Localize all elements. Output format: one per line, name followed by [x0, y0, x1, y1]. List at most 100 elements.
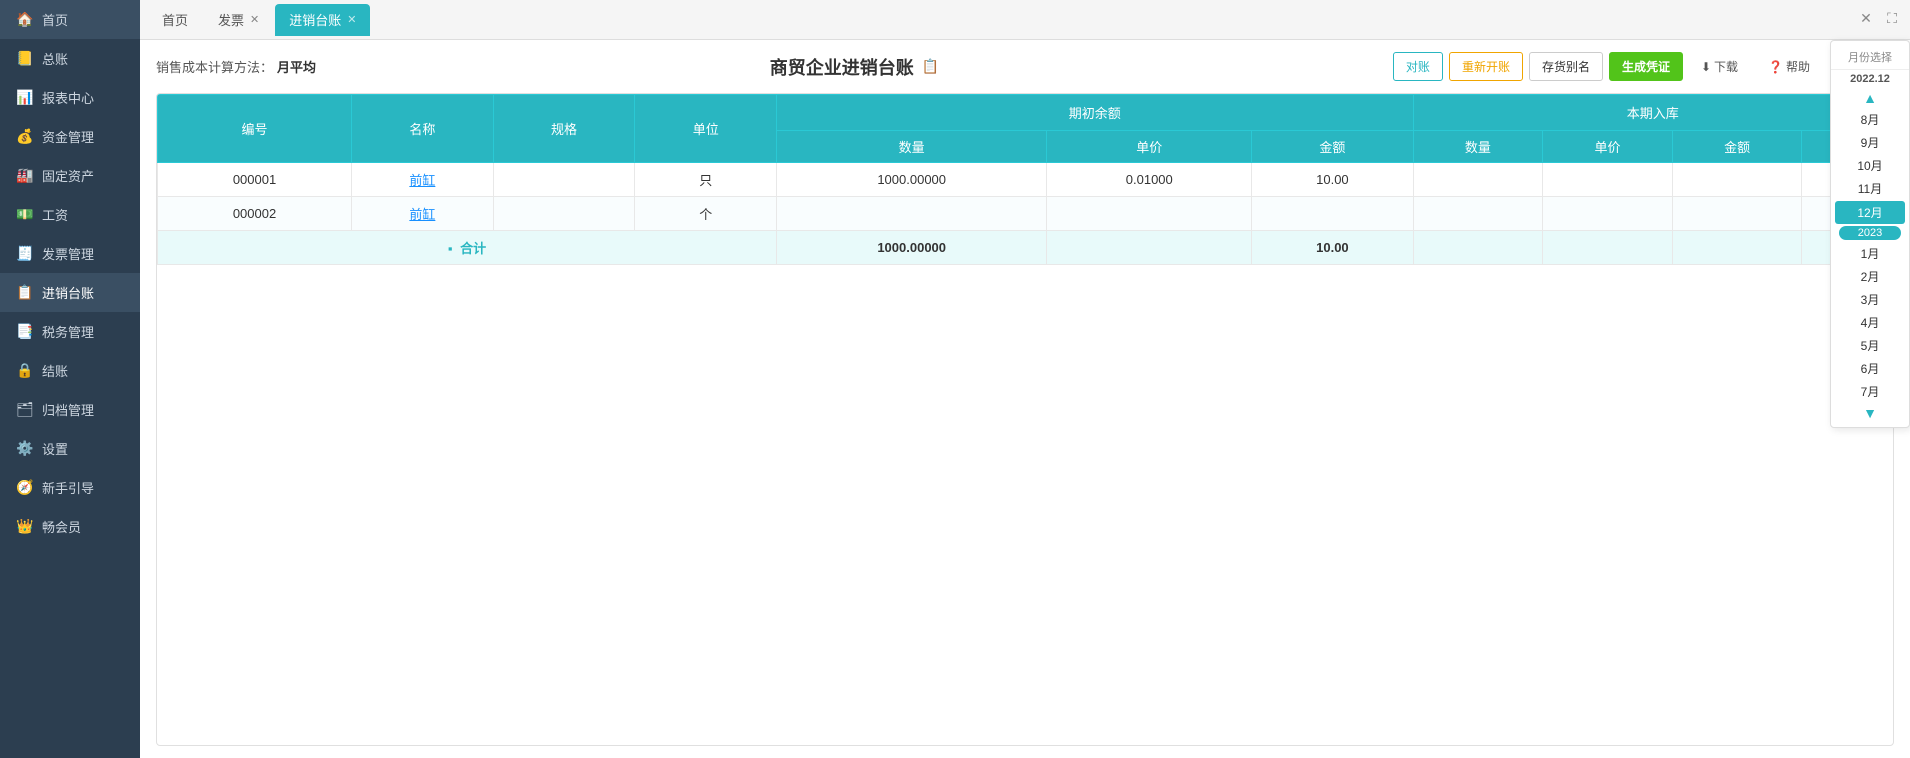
cell-code: 000002	[158, 197, 352, 231]
sidebar-item-salary[interactable]: 💵 工资	[0, 195, 140, 234]
sidebar-item-archive[interactable]: 🗂 归档管理	[0, 390, 140, 429]
th-code: 编号	[158, 95, 352, 163]
tax-icon: 📑	[16, 323, 34, 341]
sidebar-item-settings[interactable]: ⚙️ 设置	[0, 429, 140, 468]
title-edit-icon[interactable]: 📋	[922, 58, 939, 75]
tab-invoice-label: 发票	[218, 10, 244, 29]
save-alias-button[interactable]: 存货别名	[1529, 52, 1603, 81]
sidebar-item-ledger[interactable]: 📒 总账	[0, 39, 140, 78]
sidebar-item-fixed-assets[interactable]: 🏭 固定资产	[0, 156, 140, 195]
month-10[interactable]: 10月	[1831, 154, 1909, 177]
cell-qichu-qty: 1000.00000	[777, 163, 1047, 197]
month-12[interactable]: 12月	[1835, 201, 1905, 224]
sidebar-item-label: 工资	[42, 205, 68, 224]
total-qichu-qty: 1000.00000	[777, 231, 1047, 265]
sidebar-item-guide[interactable]: 🧭 新手引导	[0, 468, 140, 507]
tab-invoice[interactable]: 发票 ✕	[204, 4, 273, 36]
sidebar-item-close[interactable]: 🔒 结账	[0, 351, 140, 390]
sidebar-item-funds[interactable]: 💰 资金管理	[0, 117, 140, 156]
th-qichu-price: 单价	[1047, 131, 1252, 163]
cell-qichu-price	[1047, 197, 1252, 231]
sidebar-item-label: 固定资产	[42, 166, 94, 185]
cost-method-value: 月平均	[277, 57, 316, 76]
th-qichu-amount: 金额	[1252, 131, 1413, 163]
generate-voucher-button[interactable]: 生成凭证	[1609, 52, 1683, 81]
cell-code: 000001	[158, 163, 352, 197]
tab-invoice-close[interactable]: ✕	[250, 13, 259, 26]
total-row: ▪ 合计 1000.00000 10.00	[158, 231, 1893, 265]
toolbar-buttons: 对账 重新开账 存货别名 生成凭证 ⬇ 下载 ❓ 帮助 🔄 刷新	[1393, 52, 1894, 81]
total-ruku-price	[1543, 231, 1673, 265]
tab-bar: 首页 发票 ✕ 进销台账 ✕	[140, 0, 1910, 40]
sidebar-item-home[interactable]: 🏠 首页	[0, 0, 140, 39]
cell-ruku-amount	[1672, 197, 1802, 231]
tab-home[interactable]: 首页	[148, 4, 202, 36]
month-2023-1[interactable]: 1月	[1831, 242, 1909, 265]
sidebar-item-label: 报表中心	[42, 88, 94, 107]
month-2023-7[interactable]: 7月	[1831, 380, 1909, 403]
cell-name: 前缸	[352, 163, 494, 197]
month-2023-5[interactable]: 5月	[1831, 334, 1909, 357]
download-icon: ⬇	[1701, 60, 1711, 74]
sidebar: 🏠 首页 📒 总账 📊 报表中心 💰 资金管理 🏭 固定资产 💵 工资 🧾 发票…	[0, 0, 140, 758]
th-spec: 规格	[493, 95, 635, 163]
month-2023-2[interactable]: 2月	[1831, 265, 1909, 288]
month-9[interactable]: 9月	[1831, 131, 1909, 154]
total-ruku-qty	[1413, 231, 1543, 265]
th-ruku-qty: 数量	[1413, 131, 1543, 163]
vip-icon: 👑	[16, 518, 34, 536]
window-close-button[interactable]: ✕	[1856, 8, 1876, 28]
month-2023-6[interactable]: 6月	[1831, 357, 1909, 380]
total-label: ▪ 合计	[158, 231, 777, 265]
tab-purchase[interactable]: 进销台账 ✕	[275, 4, 370, 36]
sidebar-item-label: 首页	[42, 10, 68, 29]
cell-qichu-amount: 10.00	[1252, 163, 1413, 197]
sidebar-item-vip[interactable]: 👑 畅会员	[0, 507, 140, 546]
month-2023-4[interactable]: 4月	[1831, 311, 1909, 334]
month-2023-3[interactable]: 3月	[1831, 288, 1909, 311]
duizhang-button[interactable]: 对账	[1393, 52, 1443, 81]
tab-purchase-label: 进销台账	[289, 10, 341, 29]
month-panel-title: 月份选择	[1831, 45, 1909, 70]
month-8[interactable]: 8月	[1831, 108, 1909, 131]
window-maximize-button[interactable]: ⛶	[1882, 8, 1902, 28]
window-controls: ✕ ⛶	[1856, 8, 1902, 28]
th-qichu: 期初余额	[777, 95, 1414, 131]
sidebar-item-label: 进销台账	[42, 283, 94, 302]
sidebar-item-label: 资金管理	[42, 127, 94, 146]
main-area: ✕ ⛶ 首页 发票 ✕ 进销台账 ✕ 销售成本计算方法： 月平均 商贸企业进销台…	[140, 0, 1910, 758]
sidebar-item-invoice-mgmt[interactable]: 🧾 发票管理	[0, 234, 140, 273]
sidebar-item-reports[interactable]: 📊 报表中心	[0, 78, 140, 117]
help-button[interactable]: ❓ 帮助	[1756, 53, 1822, 80]
th-ruku: 本期入库	[1413, 95, 1892, 131]
sidebar-item-label: 发票管理	[42, 244, 94, 263]
invoice-mgmt-icon: 🧾	[16, 245, 34, 263]
cell-spec	[493, 163, 635, 197]
sidebar-item-label: 结账	[42, 361, 68, 380]
month-11[interactable]: 11月	[1831, 177, 1909, 200]
close-account-icon: 🔒	[16, 362, 34, 380]
cell-qichu-price: 0.01000	[1047, 163, 1252, 197]
table-row: 000002 前缸 个	[158, 197, 1893, 231]
page-title-area: 商贸企业进销台账 📋	[316, 54, 1393, 80]
th-name: 名称	[352, 95, 494, 163]
info-bar: 销售成本计算方法： 月平均 商贸企业进销台账 📋 对账 重新开账 存货别名 生成…	[156, 52, 1894, 81]
scroll-up-button[interactable]: ▲	[1831, 88, 1909, 108]
reopen-button[interactable]: 重新开账	[1449, 52, 1523, 81]
sidebar-item-tax[interactable]: 📑 税务管理	[0, 312, 140, 351]
cell-qichu-amount	[1252, 197, 1413, 231]
home-icon: 🏠	[16, 11, 34, 29]
download-button[interactable]: ⬇ 下载	[1689, 53, 1750, 80]
sidebar-item-label: 新手引导	[42, 478, 94, 497]
sidebar-item-purchase-sales[interactable]: 📋 进销台账	[0, 273, 140, 312]
salary-icon: 💵	[16, 206, 34, 224]
fixed-assets-icon: 🏭	[16, 167, 34, 185]
month-panel: 月份选择 2022.12 ▲ 8月 9月 10月 11月 12月 2023 1月…	[1830, 40, 1910, 428]
year-2022-label: 2022.12	[1831, 70, 1909, 88]
th-qichu-qty: 数量	[777, 131, 1047, 163]
funds-icon: 💰	[16, 128, 34, 146]
settings-icon: ⚙️	[16, 440, 34, 458]
scroll-down-button[interactable]: ▼	[1831, 403, 1909, 423]
ledger-icon: 📒	[16, 50, 34, 68]
tab-purchase-close[interactable]: ✕	[347, 13, 356, 26]
